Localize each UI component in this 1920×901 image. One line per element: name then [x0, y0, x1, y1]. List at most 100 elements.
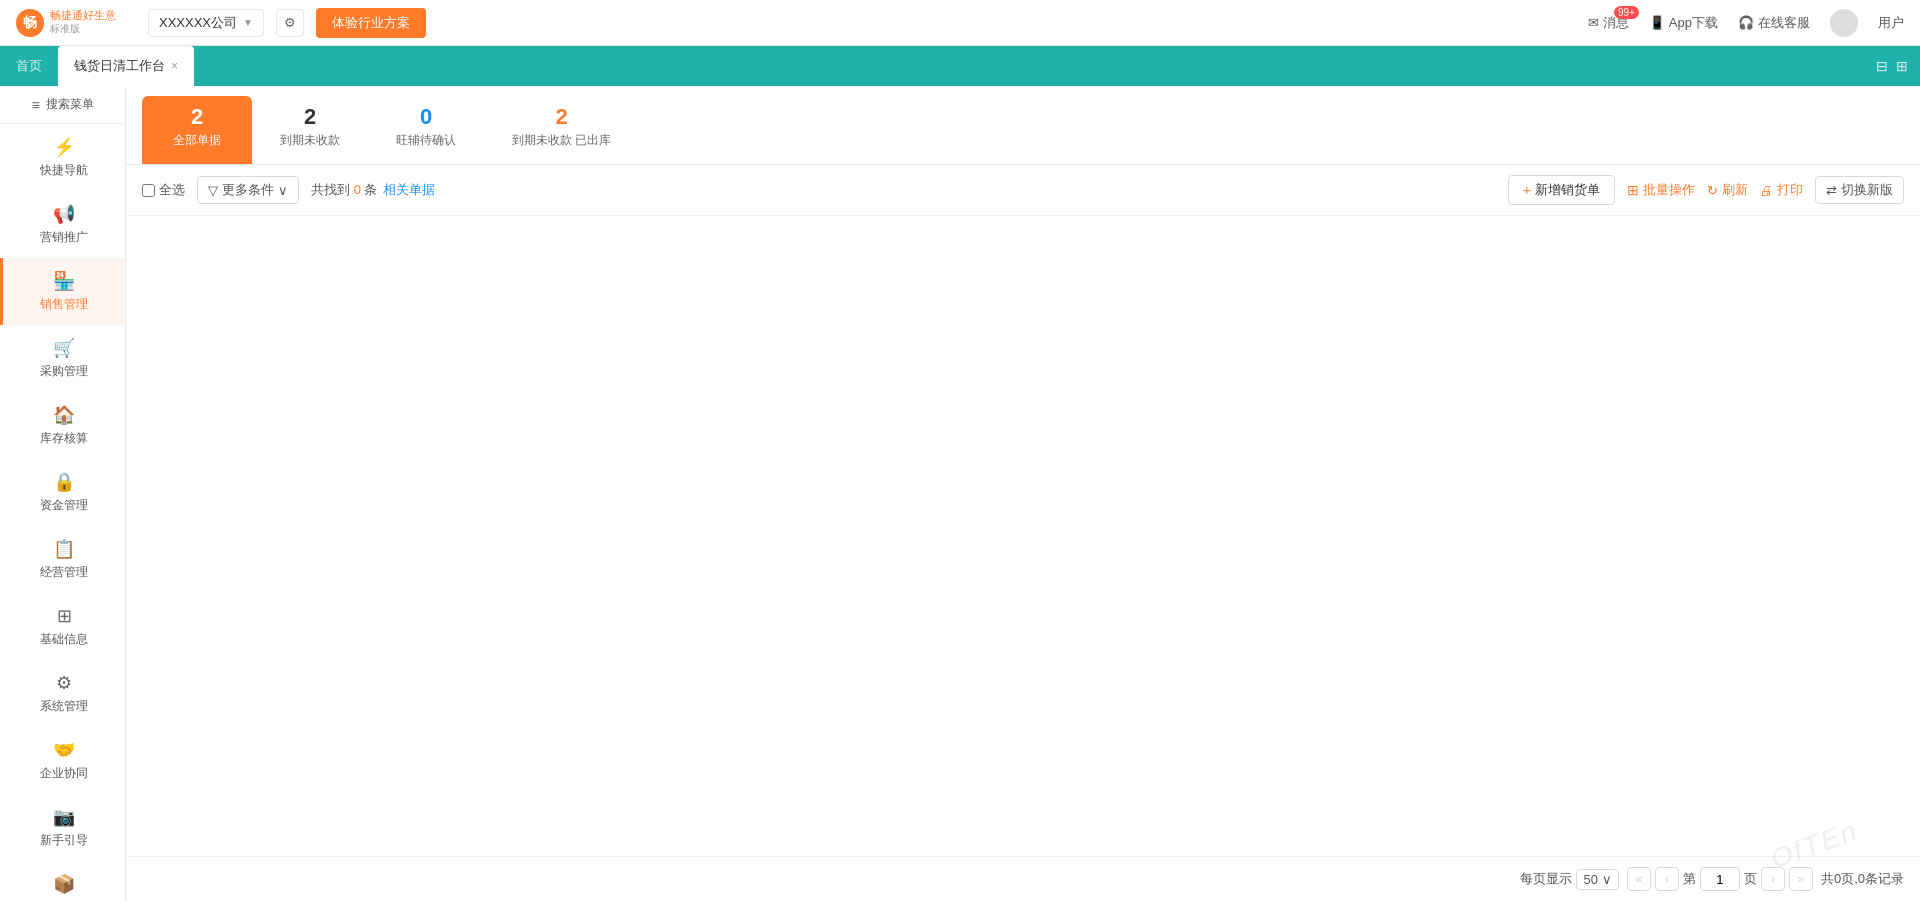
- tab-bar-actions: ⊟ ⊞: [1876, 58, 1920, 74]
- batch-icon: ⊞: [1627, 182, 1639, 198]
- guide-label: 新手引导: [40, 832, 88, 849]
- batch-label: 批量操作: [1643, 181, 1695, 199]
- sidebar-search[interactable]: ≡ 搜索菜单: [0, 86, 125, 124]
- stat-tab-overdue-out[interactable]: 2 到期未收款 已出库: [484, 96, 639, 164]
- search-menu-icon: ≡: [31, 97, 39, 113]
- switch-button[interactable]: ⇄ 切换新版: [1815, 176, 1904, 204]
- page-size-select: 每页显示 50 ∨: [1520, 869, 1618, 890]
- first-page-icon: «: [1636, 872, 1643, 886]
- switch-icon: ⇄: [1826, 183, 1837, 198]
- per-page-label: 每页显示: [1520, 870, 1572, 888]
- header-right: ✉ 消息 99+ 📱 App下载 🎧 在线客服 用户: [1588, 9, 1904, 37]
- basic-info-icon: ⊞: [57, 605, 72, 627]
- logo-text-area: 畅捷通好生意 标准版: [50, 9, 116, 36]
- sidebar-item-enterprise[interactable]: 🤝 企业协同: [0, 727, 125, 794]
- basic-info-label: 基础信息: [40, 631, 88, 648]
- company-name: XXXXXX公司: [159, 14, 237, 32]
- operation-icon: 📋: [53, 538, 75, 560]
- filter-label: 更多条件: [222, 181, 274, 199]
- page-suffix: 页: [1744, 870, 1757, 888]
- online-service-label: 在线客服: [1758, 14, 1810, 32]
- app-download-action[interactable]: 📱 App下载: [1649, 14, 1718, 32]
- stat-all-label: 全部单据: [173, 132, 221, 149]
- inventory-icon: 🏠: [53, 404, 75, 426]
- purchase-icon: 🛒: [53, 337, 75, 359]
- tab-home[interactable]: 首页: [0, 46, 58, 86]
- print-button[interactable]: 🖨 打印: [1760, 181, 1803, 199]
- company-selector[interactable]: XXXXXX公司 ▼: [148, 9, 264, 37]
- found-number: 0: [354, 182, 361, 197]
- total-info: 共0页,0条记录: [1821, 870, 1904, 888]
- message-action[interactable]: ✉ 消息 99+: [1588, 14, 1629, 32]
- sidebar-item-app-center[interactable]: 📦 应用中心: [0, 861, 125, 901]
- quick-nav-label: 快捷导航: [40, 162, 88, 179]
- page-size-dropdown[interactable]: 50 ∨: [1576, 869, 1618, 890]
- settings-button[interactable]: ⚙: [276, 9, 304, 37]
- switch-label: 切换新版: [1841, 181, 1893, 199]
- stat-tabs: 2 全部单据 2 到期未收款 0 旺辅待确认 2 到期未收款 已出库: [126, 86, 1920, 165]
- quick-nav-icon: ⚡: [53, 136, 75, 158]
- tab-home-label: 首页: [16, 57, 42, 75]
- purchase-label: 采购管理: [40, 363, 88, 380]
- main-layout: ≡ 搜索菜单 ⚡ 快捷导航 📢 营销推广 🏪 销售管理 🛒 采购管理 🏠 库存核…: [0, 86, 1920, 901]
- sidebar-item-inventory[interactable]: 🏠 库存核算: [0, 392, 125, 459]
- sidebar-item-capital[interactable]: 🔒 资金管理: [0, 459, 125, 526]
- tab-maximize-button[interactable]: ⊞: [1896, 58, 1908, 74]
- refresh-label: 刷新: [1722, 181, 1748, 199]
- filter-icon: ▽: [208, 183, 218, 198]
- per-page-arrow-icon: ∨: [1602, 872, 1612, 887]
- tab-minimize-button[interactable]: ⊟: [1876, 58, 1888, 74]
- refresh-icon: ↻: [1707, 183, 1718, 198]
- sidebar-item-system[interactable]: ⚙ 系统管理: [0, 660, 125, 727]
- sidebar-item-guide[interactable]: 📷 新手引导: [0, 794, 125, 861]
- refresh-button[interactable]: ↻ 刷新: [1707, 181, 1748, 199]
- online-service-action[interactable]: 🎧 在线客服: [1738, 14, 1810, 32]
- page-input[interactable]: [1700, 867, 1740, 891]
- tab-close-icon[interactable]: ×: [171, 59, 178, 73]
- batch-button[interactable]: ⊞ 批量操作: [1627, 181, 1695, 199]
- stat-tab-overdue[interactable]: 2 到期未收款: [252, 96, 368, 164]
- logo-sub: 标准版: [50, 22, 116, 36]
- pagination: 每页显示 50 ∨ « ‹ 第 页 ›: [126, 856, 1920, 901]
- tab-workbench[interactable]: 钱货日清工作台 ×: [58, 46, 194, 86]
- found-link[interactable]: 相关单据: [383, 182, 435, 197]
- select-all-label: 全选: [159, 181, 185, 199]
- toolbar: 全选 ▽ 更多条件 ∨ 共找到 0 条 相关单据 + 新增销货单: [126, 165, 1920, 216]
- filter-button[interactable]: ▽ 更多条件 ∨: [197, 176, 299, 204]
- sales-label: 销售管理: [40, 296, 88, 313]
- system-label: 系统管理: [40, 698, 88, 715]
- sidebar-item-purchase[interactable]: 🛒 采购管理: [0, 325, 125, 392]
- plus-icon: +: [1523, 182, 1531, 198]
- prev-page-button[interactable]: ‹: [1655, 867, 1679, 891]
- stat-tab-wangwang[interactable]: 0 旺辅待确认: [368, 96, 484, 164]
- table-area: [126, 216, 1920, 856]
- logo-icon: 畅: [16, 9, 44, 37]
- sidebar-item-basic-info[interactable]: ⊞ 基础信息: [0, 593, 125, 660]
- sidebar-item-quick-nav[interactable]: ⚡ 快捷导航: [0, 124, 125, 191]
- search-menu-label: 搜索菜单: [46, 96, 94, 113]
- select-all-checkbox[interactable]: 全选: [142, 181, 185, 199]
- enterprise-icon: 🤝: [53, 739, 75, 761]
- select-all-input[interactable]: [142, 184, 155, 197]
- header-left: 畅 畅捷通好生意 标准版 XXXXXX公司 ▼ ⚙ 体验行业方案: [16, 8, 426, 38]
- sidebar-item-marketing[interactable]: 📢 营销推广: [0, 191, 125, 258]
- last-page-button[interactable]: »: [1789, 867, 1813, 891]
- system-icon: ⚙: [56, 672, 72, 694]
- username[interactable]: 用户: [1878, 14, 1904, 32]
- next-page-button[interactable]: ›: [1761, 867, 1785, 891]
- stat-tab-all[interactable]: 2 全部单据: [142, 96, 252, 164]
- logo-area: 畅 畅捷通好生意 标准版: [16, 9, 136, 37]
- settings-icon: ⚙: [284, 15, 296, 30]
- stat-overdue-label: 到期未收款: [280, 132, 340, 149]
- found-prefix: 共找到: [311, 182, 350, 197]
- message-icon: ✉: [1588, 15, 1599, 30]
- app-download-label: App下载: [1669, 14, 1718, 32]
- avatar[interactable]: [1830, 9, 1858, 37]
- new-sale-button[interactable]: + 新增销货单: [1508, 175, 1615, 205]
- logo-text: 畅捷通好生意: [50, 9, 116, 22]
- first-page-button[interactable]: «: [1627, 867, 1651, 891]
- sidebar-item-operation[interactable]: 📋 经营管理: [0, 526, 125, 593]
- found-unit: 条: [364, 182, 377, 197]
- sidebar-item-sales[interactable]: 🏪 销售管理: [0, 258, 125, 325]
- experience-button[interactable]: 体验行业方案: [316, 8, 426, 38]
